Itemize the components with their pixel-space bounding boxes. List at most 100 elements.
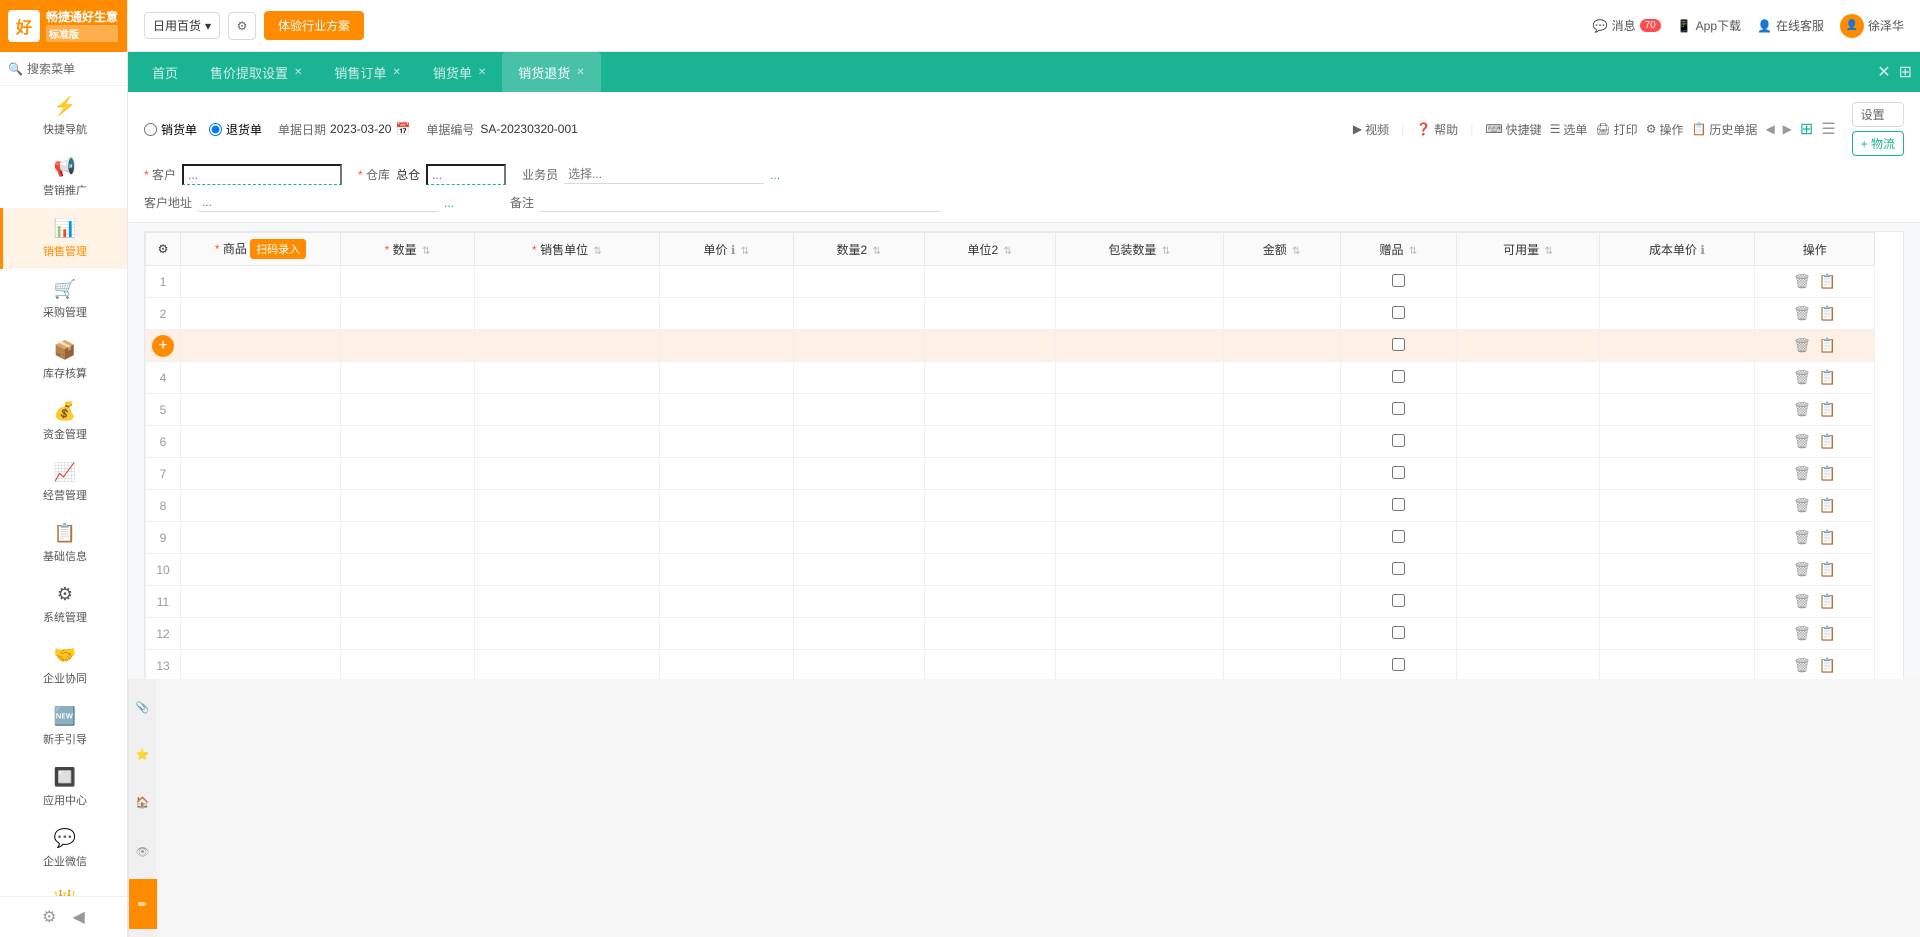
radio-return-input[interactable] [209, 123, 222, 136]
available-sort-icon[interactable]: ⇅ [1544, 246, 1552, 257]
qty2-cell[interactable] [793, 426, 924, 458]
delete-row-icon[interactable]: 🗑 [1793, 561, 1811, 578]
warehouse-input[interactable] [426, 164, 506, 185]
gift-checkbox[interactable] [1392, 562, 1405, 575]
amount-cell[interactable] [1223, 554, 1340, 586]
amount-cell[interactable] [1223, 394, 1340, 426]
cost-price-cell[interactable] [1599, 362, 1755, 394]
qty2-cell[interactable] [793, 490, 924, 522]
salesperson-input[interactable] [564, 165, 764, 184]
amount-cell[interactable] [1223, 586, 1340, 618]
sidebar-item-zijin[interactable]: 💰 资金管理 [0, 391, 127, 452]
cost-price-cell[interactable] [1599, 618, 1755, 650]
action-history[interactable]: 📋 历史单据 [1691, 121, 1757, 138]
sidebar-item-xiaoshou[interactable]: 📊 销售管理 [0, 208, 127, 269]
gift-checkbox[interactable] [1392, 338, 1405, 351]
sidebar-item-xinshou[interactable]: 🆕 新手引导 [0, 696, 127, 757]
gift-checkbox[interactable] [1392, 658, 1405, 671]
unit-cell[interactable] [474, 458, 659, 490]
unit-cell[interactable] [474, 298, 659, 330]
pkg-qty-cell[interactable] [1055, 426, 1223, 458]
cost-price-cell[interactable] [1599, 554, 1755, 586]
qty2-cell[interactable] [793, 362, 924, 394]
amount-cell[interactable] [1223, 266, 1340, 298]
cost-price-cell[interactable] [1599, 650, 1755, 680]
gift-checkbox[interactable] [1392, 370, 1405, 383]
cost-price-cell[interactable] [1599, 330, 1755, 362]
unit2-cell[interactable] [924, 394, 1055, 426]
action-print[interactable]: 🖨 打印 [1595, 121, 1637, 138]
available-cell[interactable] [1457, 458, 1599, 490]
unit-cell[interactable] [474, 618, 659, 650]
unit2-cell[interactable] [924, 426, 1055, 458]
gift-checkbox[interactable] [1392, 626, 1405, 639]
unit2-sort-icon[interactable]: ⇅ [1004, 246, 1012, 257]
delete-row-icon[interactable]: 🗑 [1793, 305, 1811, 322]
pkg-qty-cell[interactable] [1055, 586, 1223, 618]
sidebar-item-kucun[interactable]: 📦 库存核算 [0, 330, 127, 391]
amount-cell[interactable] [1223, 298, 1340, 330]
product-input[interactable] [187, 594, 334, 609]
qty2-cell[interactable] [793, 458, 924, 490]
view-list-icon[interactable]: ⊞ [1800, 119, 1813, 139]
add-row-button[interactable]: + [152, 335, 174, 357]
available-cell[interactable] [1457, 394, 1599, 426]
price-cell[interactable] [659, 586, 793, 618]
gift-cell[interactable] [1340, 362, 1457, 394]
sidebar-collapse-icon[interactable]: ◀ [73, 907, 85, 927]
unit2-cell[interactable] [924, 650, 1055, 680]
product-input[interactable] [187, 530, 334, 545]
tab-sell-return[interactable]: 销货退货 ✕ [502, 52, 600, 92]
available-cell[interactable] [1457, 362, 1599, 394]
nav-next-icon[interactable]: ▶ [1783, 122, 1792, 136]
product-cell[interactable] [181, 426, 341, 458]
gift-checkbox[interactable] [1392, 530, 1405, 543]
gift-cell[interactable] [1340, 522, 1457, 554]
product-input[interactable] [187, 498, 334, 513]
gift-checkbox[interactable] [1392, 306, 1405, 319]
wuliu-button[interactable]: + 物流 [1852, 131, 1904, 156]
available-cell[interactable] [1457, 650, 1599, 680]
product-input[interactable] [187, 626, 334, 641]
sidebar-item-caigou[interactable]: 🛒 采购管理 [0, 269, 127, 330]
price-sort-icon[interactable]: ⇅ [741, 246, 749, 257]
close-all-tabs-icon[interactable]: ✕ [1877, 62, 1890, 82]
message-item[interactable]: 💬 消息 70 [1593, 17, 1661, 34]
cost-price-cell[interactable] [1599, 266, 1755, 298]
copy-row-icon[interactable]: 📋 [1819, 369, 1836, 386]
tab-sell-order[interactable]: 销售订单 ✕ [318, 52, 416, 92]
amount-cell[interactable] [1223, 650, 1340, 680]
gift-checkbox[interactable] [1392, 434, 1405, 447]
col-settings-icon[interactable]: ⚙ [158, 242, 169, 256]
radio-sell-item[interactable]: 销货单 [144, 121, 197, 138]
gift-cell[interactable] [1340, 490, 1457, 522]
tab-sell-price-close[interactable]: ✕ [294, 67, 302, 78]
qty-cell[interactable] [341, 586, 475, 618]
radio-sell-input[interactable] [144, 123, 157, 136]
gift-checkbox[interactable] [1392, 402, 1405, 415]
tab-sell-order-close[interactable]: ✕ [392, 67, 400, 78]
delete-row-icon[interactable]: 🗑 [1793, 657, 1811, 674]
sidebar-settings-icon[interactable]: ⚙ [42, 907, 56, 927]
qty-cell[interactable] [341, 650, 475, 680]
unit-cell[interactable] [474, 586, 659, 618]
action-operate[interactable]: ⚙ 操作 [1646, 121, 1684, 138]
qty2-cell[interactable] [793, 522, 924, 554]
nav-prev-icon[interactable]: ◀ [1765, 122, 1774, 136]
sidebar-search-item[interactable]: 🔍 搜索菜单 [0, 52, 127, 86]
tab-sell-price[interactable]: 售价提取设置 ✕ [194, 52, 318, 92]
available-cell[interactable] [1457, 298, 1599, 330]
gift-cell[interactable] [1340, 650, 1457, 680]
sidebar-item-xitong[interactable]: ⚙ 系统管理 [0, 574, 127, 635]
unit2-cell[interactable] [924, 362, 1055, 394]
available-cell[interactable] [1457, 586, 1599, 618]
unit2-cell[interactable] [924, 586, 1055, 618]
price-cell[interactable] [659, 298, 793, 330]
price-cell[interactable] [659, 426, 793, 458]
sidebar-item-huiyuan[interactable]: 👑 畅会员 [0, 879, 127, 896]
qty-cell[interactable] [341, 330, 475, 362]
pkg-qty-cell[interactable] [1055, 554, 1223, 586]
price-info-icon[interactable]: ℹ [731, 243, 736, 257]
product-input[interactable] [187, 434, 334, 449]
pkg-qty-cell[interactable] [1055, 330, 1223, 362]
